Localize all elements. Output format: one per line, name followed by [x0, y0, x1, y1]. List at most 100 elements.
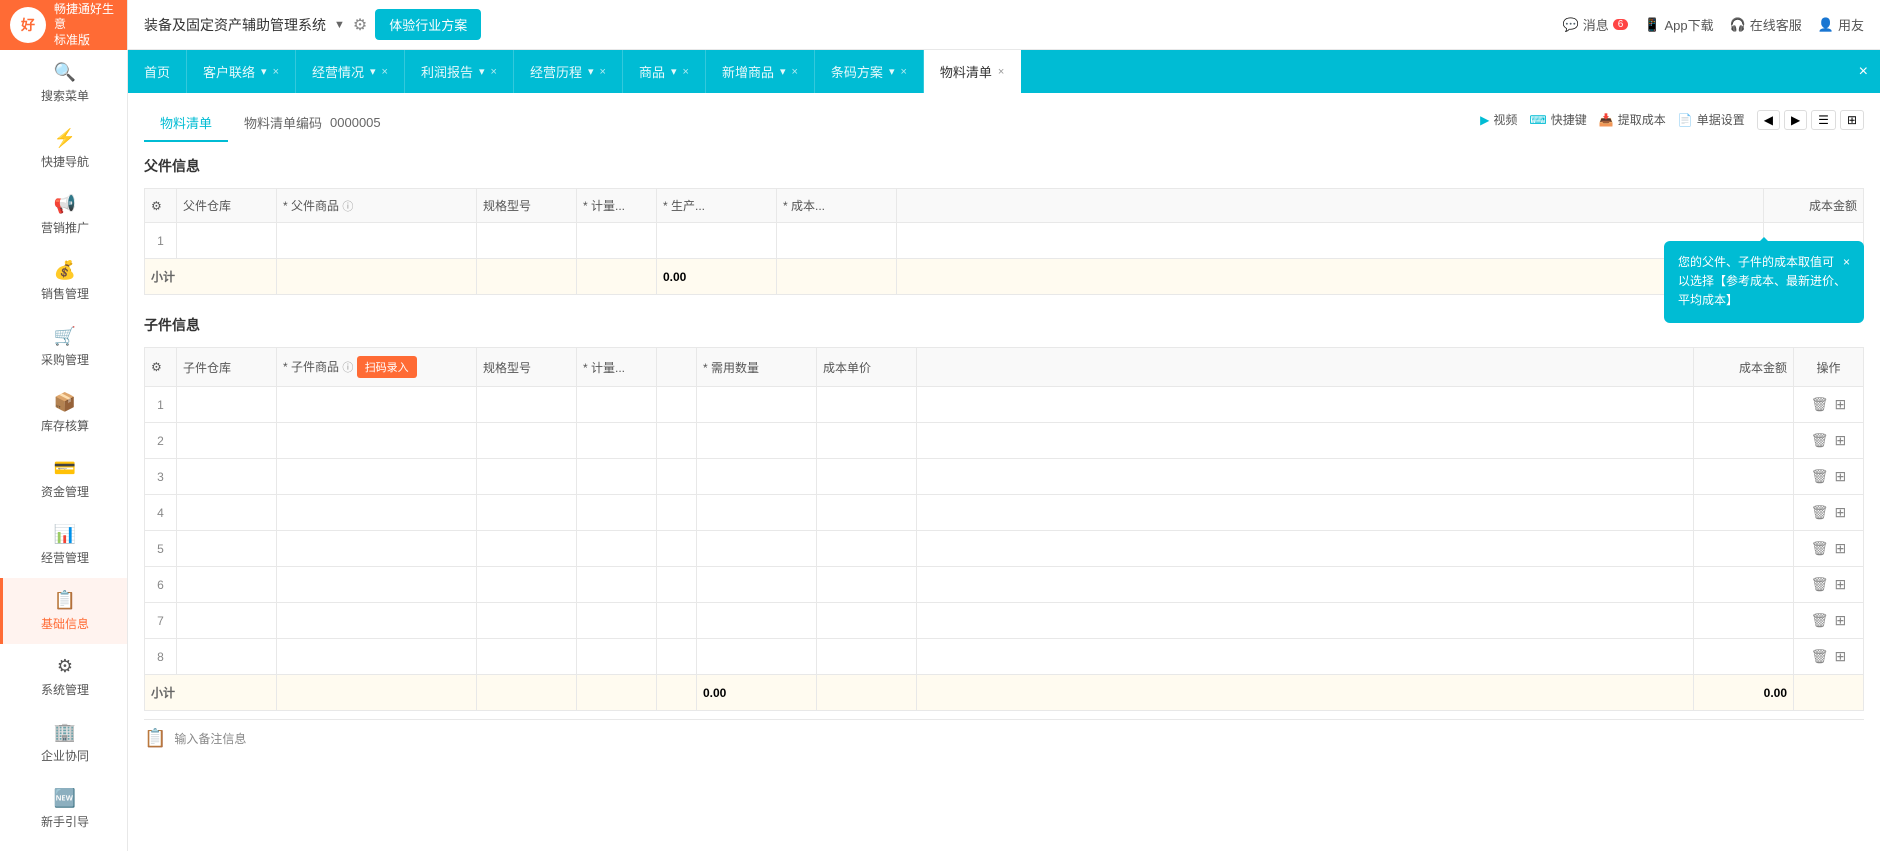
nav-tab-8[interactable]: 物料清单×	[924, 50, 1021, 93]
parent-spec-cell[interactable]	[477, 223, 577, 259]
copy-icon[interactable]: ⊞	[1835, 432, 1847, 449]
nav-tab-arrow[interactable]: ▾	[370, 65, 376, 78]
nav-tab-close[interactable]: ×	[791, 66, 797, 78]
child-unit-cell[interactable]	[577, 639, 657, 675]
nav-tab-2[interactable]: 经营情况▾×	[296, 50, 405, 93]
child-spec-cell[interactable]	[477, 459, 577, 495]
nav-tab-5[interactable]: 商品▾×	[623, 50, 706, 93]
delete-icon[interactable]: 🗑	[1811, 432, 1829, 449]
sidebar-item-system[interactable]: ⚙系统管理	[0, 644, 127, 710]
copy-icon[interactable]: ⊞	[1835, 396, 1847, 413]
copy-icon[interactable]: ⊞	[1835, 648, 1847, 665]
nav-tab-arrow[interactable]: ▾	[780, 65, 786, 78]
online-service-item[interactable]: 🎧 在线客服	[1730, 15, 1802, 34]
child-qty-cell[interactable]	[697, 567, 817, 603]
child-spec-cell[interactable]	[477, 603, 577, 639]
child-spec-cell[interactable]	[477, 639, 577, 675]
child-qty-cell[interactable]	[697, 387, 817, 423]
shortcut-btn[interactable]: ⌨ 快捷键	[1529, 111, 1586, 128]
user-item[interactable]: 👤 用友	[1818, 15, 1864, 34]
child-unit-cell[interactable]	[577, 387, 657, 423]
nav-tab-arrow[interactable]: ▾	[588, 65, 594, 78]
child-unit-cell[interactable]	[577, 603, 657, 639]
nav-tab-close[interactable]: ×	[600, 66, 606, 78]
view-video-btn[interactable]: ▶ 视频	[1480, 111, 1517, 128]
child-product-cell[interactable]	[277, 459, 477, 495]
sidebar-item-marketing[interactable]: 📢营销推广	[0, 182, 127, 248]
child-qty-cell[interactable]	[697, 495, 817, 531]
child-spec-cell[interactable]	[477, 567, 577, 603]
copy-icon[interactable]: ⊞	[1835, 468, 1847, 485]
parent-settings-col[interactable]: ⚙	[145, 189, 177, 223]
child-unit-cell[interactable]	[577, 495, 657, 531]
nav-tab-arrow[interactable]: ▾	[671, 65, 677, 78]
extract-cost-btn[interactable]: 📥 提取成本	[1599, 111, 1666, 128]
nav-tab-7[interactable]: 条码方案▾×	[815, 50, 924, 93]
child-unit-cell[interactable]	[577, 459, 657, 495]
child-product-cell[interactable]	[277, 423, 477, 459]
child-unit-price-cell[interactable]	[817, 639, 917, 675]
child-warehouse-cell[interactable]	[177, 603, 277, 639]
delete-icon[interactable]: 🗑	[1811, 504, 1829, 521]
list-view-btn[interactable]: ⊞	[1840, 110, 1864, 130]
parent-unit-cell[interactable]	[577, 223, 657, 259]
sidebar-item-sales[interactable]: 💰销售管理	[0, 248, 127, 314]
single-settings-btn[interactable]: 📄 单据设置	[1678, 111, 1745, 128]
child-qty-cell[interactable]	[697, 531, 817, 567]
sidebar-item-basic[interactable]: 📋基础信息	[0, 578, 127, 644]
prev-page-btn[interactable]: ◀	[1757, 110, 1780, 130]
nav-tab-0[interactable]: 首页	[128, 50, 187, 93]
nav-tab-close[interactable]: ×	[683, 66, 689, 78]
child-unit-price-cell[interactable]	[817, 423, 917, 459]
delete-icon[interactable]: 🗑	[1811, 576, 1829, 593]
delete-icon[interactable]: 🗑	[1811, 612, 1829, 629]
child-qty-cell[interactable]	[697, 459, 817, 495]
nav-tab-close[interactable]: ×	[382, 66, 388, 78]
app-download-item[interactable]: 📱 App下载	[1644, 15, 1713, 34]
tooltip-close-btn[interactable]: ×	[1843, 253, 1850, 272]
child-product-cell[interactable]	[277, 567, 477, 603]
copy-icon[interactable]: ⊞	[1835, 612, 1847, 629]
nav-tab-arrow[interactable]: ▾	[479, 65, 485, 78]
sidebar-item-search[interactable]: 🔍搜索菜单	[0, 50, 127, 116]
child-spec-cell[interactable]	[477, 495, 577, 531]
child-product-cell[interactable]	[277, 603, 477, 639]
child-warehouse-cell[interactable]	[177, 531, 277, 567]
scan-btn[interactable]: 扫码录入	[357, 356, 417, 378]
experience-btn[interactable]: 体验行业方案	[375, 9, 481, 40]
child-warehouse-cell[interactable]	[177, 423, 277, 459]
sidebar-item-enterprise[interactable]: 🏢企业协同	[0, 710, 127, 776]
child-warehouse-cell[interactable]	[177, 387, 277, 423]
sidebar-item-inventory[interactable]: 📦库存核算	[0, 380, 127, 446]
nav-tab-close[interactable]: ×	[998, 66, 1004, 78]
child-warehouse-cell[interactable]	[177, 459, 277, 495]
parent-cost-cell[interactable]	[777, 223, 897, 259]
delete-icon[interactable]: 🗑	[1811, 540, 1829, 557]
child-warehouse-cell[interactable]	[177, 567, 277, 603]
copy-icon[interactable]: ⊞	[1835, 504, 1847, 521]
parent-warehouse-cell[interactable]	[177, 223, 277, 259]
delete-icon[interactable]: 🗑	[1811, 396, 1829, 413]
delete-icon[interactable]: 🗑	[1811, 468, 1829, 485]
nav-tab-4[interactable]: 经营历程▾×	[514, 50, 623, 93]
child-product-cell[interactable]	[277, 387, 477, 423]
sidebar-item-purchase[interactable]: 🛒采购管理	[0, 314, 127, 380]
child-warehouse-cell[interactable]	[177, 639, 277, 675]
child-unit-price-cell[interactable]	[817, 567, 917, 603]
nav-tab-close[interactable]: ×	[491, 66, 497, 78]
child-qty-cell[interactable]	[697, 423, 817, 459]
child-unit-cell[interactable]	[577, 531, 657, 567]
child-warehouse-cell[interactable]	[177, 495, 277, 531]
child-spec-cell[interactable]	[477, 531, 577, 567]
nav-tab-close[interactable]: ×	[273, 66, 279, 78]
nav-tab-6[interactable]: 新增商品▾×	[706, 50, 815, 93]
message-item[interactable]: 💬 消息 6	[1563, 15, 1629, 34]
system-dropdown-icon[interactable]: ▼	[334, 19, 345, 31]
child-unit-price-cell[interactable]	[817, 531, 917, 567]
child-unit-price-cell[interactable]	[817, 459, 917, 495]
nav-tab-close[interactable]: ×	[900, 66, 906, 78]
child-unit-cell[interactable]	[577, 567, 657, 603]
parent-production-cell[interactable]	[657, 223, 777, 259]
child-unit-price-cell[interactable]	[817, 495, 917, 531]
child-product-cell[interactable]	[277, 495, 477, 531]
